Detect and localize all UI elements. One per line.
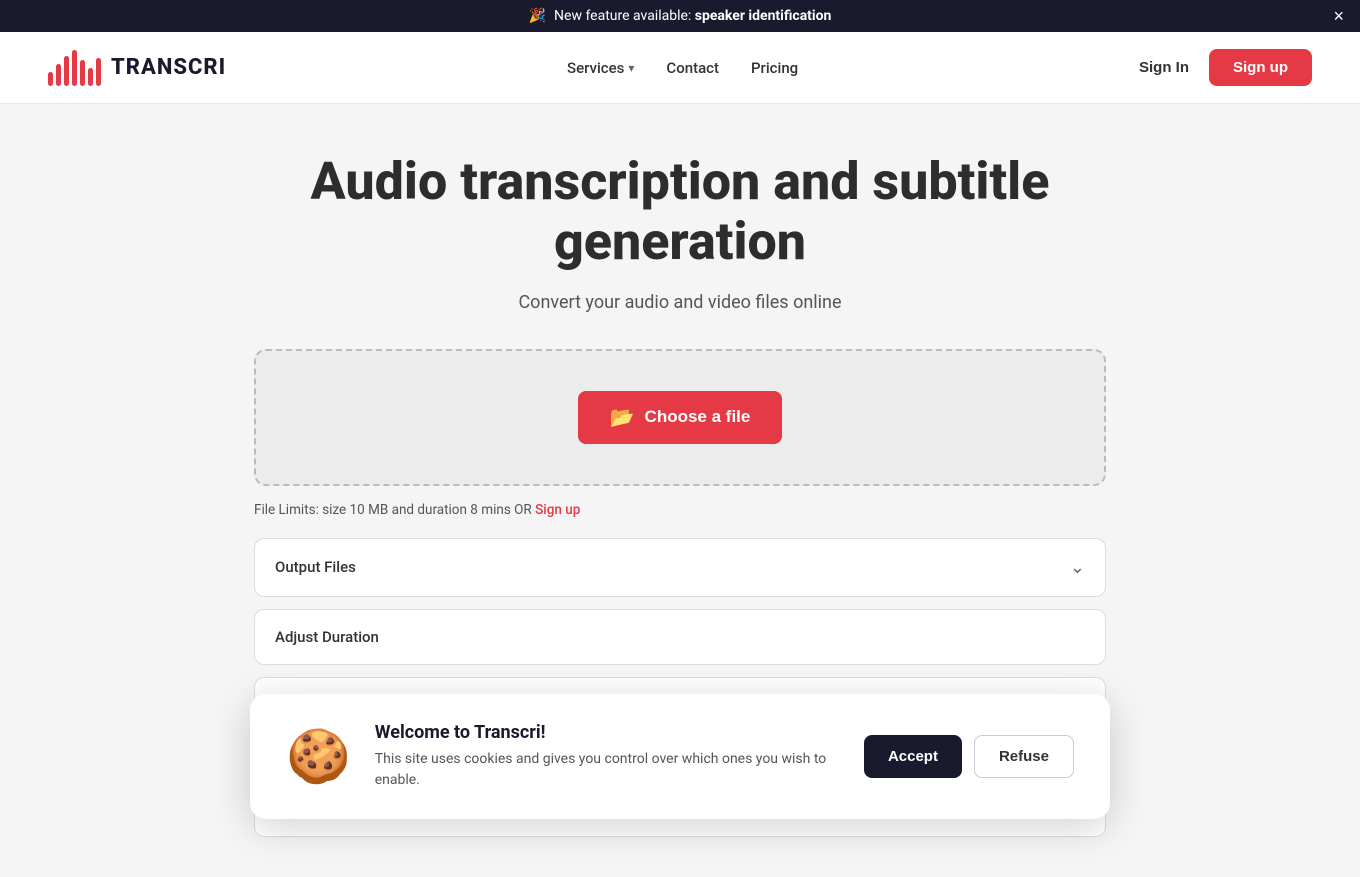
hero-title: Audio transcription and subtitle generat…	[254, 152, 1106, 272]
cookie-description: This site uses cookies and gives you con…	[375, 749, 840, 791]
header-actions: Sign In Sign up	[1139, 49, 1312, 86]
signup-button[interactable]: Sign up	[1209, 49, 1312, 86]
cookie-title: Welcome to Transcri!	[375, 722, 840, 743]
cookie-refuse-button[interactable]: Refuse	[974, 735, 1074, 778]
cookie-banner: 🍪 Welcome to Transcri! This site uses co…	[250, 694, 1110, 819]
chevron-down-icon: ⌄	[1070, 557, 1085, 578]
output-files-section: Output Files ⌄	[254, 538, 1106, 597]
nav-pricing[interactable]: Pricing	[751, 59, 798, 77]
hero-subtitle: Convert your audio and video files onlin…	[254, 292, 1106, 313]
adjust-duration-toggle[interactable]: Adjust Duration	[255, 610, 1105, 664]
choose-file-button[interactable]: 📂 Choose a file	[578, 391, 783, 444]
wave-1	[48, 72, 53, 86]
wave-4	[72, 50, 77, 86]
chevron-down-icon: ▾	[628, 61, 634, 75]
main-nav: Services ▾ Contact Pricing	[567, 59, 798, 77]
logo-waves	[48, 50, 101, 86]
cookie-actions: Accept Refuse	[864, 735, 1074, 778]
announcement-close-button[interactable]: ×	[1333, 7, 1344, 25]
wave-7	[96, 58, 101, 86]
logo-text: TRANSCRI	[111, 55, 226, 80]
logo[interactable]: TRANSCRI	[48, 50, 226, 86]
announcement-text: New feature available: speaker identific…	[554, 8, 831, 24]
header: TRANSCRI Services ▾ Contact Pricing Sign…	[0, 32, 1360, 104]
cookie-icon: 🍪	[286, 726, 351, 787]
cookie-accept-button[interactable]: Accept	[864, 735, 962, 778]
announcement-emoji: 🎉	[529, 8, 546, 24]
nav-contact[interactable]: Contact	[666, 59, 719, 77]
signup-link[interactable]: Sign up	[535, 502, 580, 518]
wave-5	[80, 60, 85, 86]
nav-services[interactable]: Services ▾	[567, 59, 634, 77]
wave-2	[56, 64, 61, 86]
folder-icon: 📂	[610, 405, 635, 430]
wave-6	[88, 68, 93, 86]
output-files-toggle[interactable]: Output Files ⌄	[255, 539, 1105, 596]
upload-zone[interactable]: 📂 Choose a file	[254, 349, 1106, 486]
file-limits-text: File Limits: size 10 MB and duration 8 m…	[254, 502, 1106, 518]
cookie-text-block: Welcome to Transcri! This site uses cook…	[375, 722, 840, 791]
announcement-bar: 🎉 New feature available: speaker identif…	[0, 0, 1360, 32]
signin-button[interactable]: Sign In	[1139, 59, 1189, 76]
wave-3	[64, 56, 69, 86]
adjust-duration-section: Adjust Duration	[254, 609, 1106, 665]
